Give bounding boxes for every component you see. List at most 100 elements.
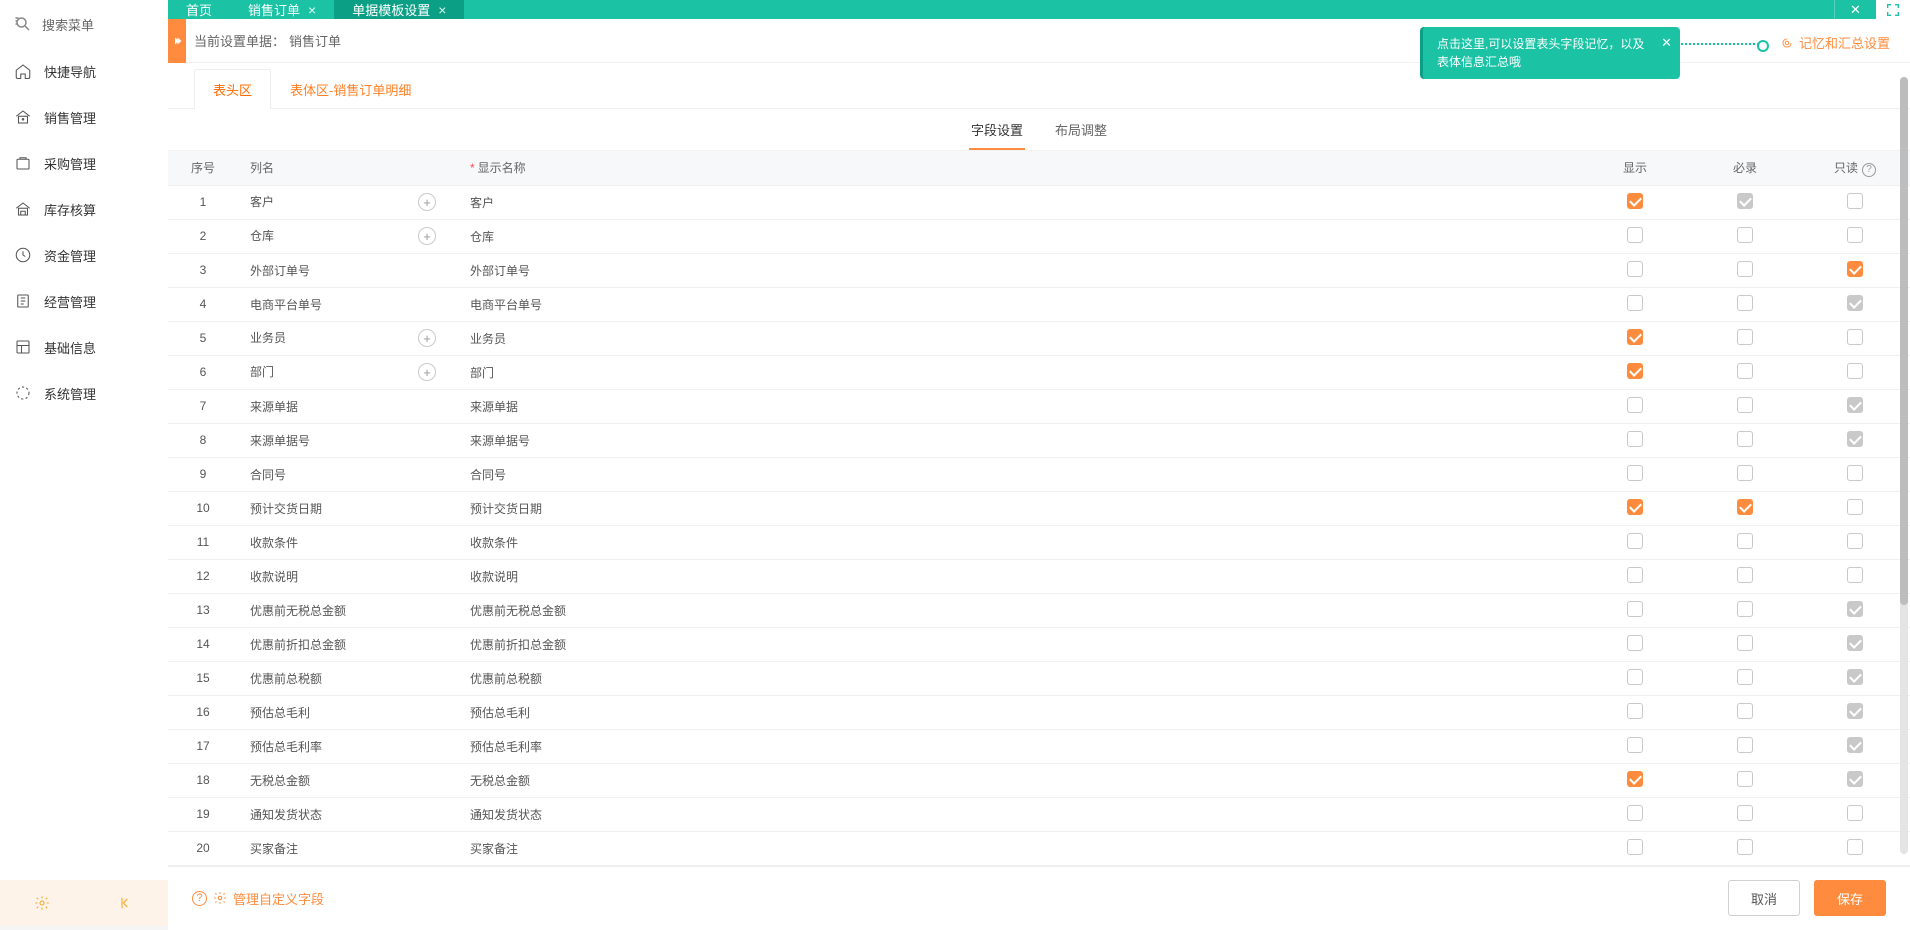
checkbox[interactable] <box>1627 397 1643 413</box>
checkbox[interactable] <box>1627 431 1643 447</box>
close-icon[interactable]: × <box>438 2 446 18</box>
close-icon[interactable]: ✕ <box>1661 33 1672 53</box>
checkbox[interactable] <box>1627 329 1643 345</box>
gear-icon[interactable] <box>34 895 50 911</box>
checkbox[interactable] <box>1627 227 1643 243</box>
add-icon[interactable]: + <box>418 193 436 211</box>
checkbox[interactable] <box>1627 363 1643 379</box>
sidebar-item-2[interactable]: 采购管理 <box>0 140 168 186</box>
checkbox[interactable] <box>1627 499 1643 515</box>
checkbox[interactable] <box>1847 227 1863 243</box>
checkbox[interactable] <box>1847 567 1863 583</box>
tab-2[interactable]: 单据模板设置× <box>334 0 464 19</box>
panel-collapse-icon[interactable] <box>168 19 186 63</box>
search-menu[interactable]: 搜索菜单 <box>0 0 168 48</box>
checkbox[interactable] <box>1847 465 1863 481</box>
checkbox[interactable] <box>1737 329 1753 345</box>
checkbox[interactable] <box>1847 261 1863 277</box>
sidebar-item-4[interactable]: 资金管理 <box>0 232 168 278</box>
tab-1[interactable]: 销售订单× <box>230 0 334 19</box>
add-icon[interactable]: + <box>418 363 436 381</box>
checkbox[interactable] <box>1627 533 1643 549</box>
checkbox[interactable] <box>1737 635 1753 651</box>
checkbox[interactable] <box>1737 567 1753 583</box>
cell-disp[interactable]: 预估总毛利率 <box>458 729 1580 763</box>
checkbox[interactable] <box>1627 771 1643 787</box>
collapse-icon[interactable] <box>118 895 134 911</box>
sidebar-item-0[interactable]: 快捷导航 <box>0 48 168 94</box>
checkbox[interactable] <box>1737 397 1753 413</box>
inner-tab-1[interactable]: 布局调整 <box>1053 110 1109 149</box>
checkbox[interactable] <box>1737 465 1753 481</box>
checkbox[interactable] <box>1737 295 1753 311</box>
sidebar-item-5[interactable]: 经营管理 <box>0 278 168 324</box>
close-icon[interactable]: × <box>308 2 316 18</box>
cell-disp[interactable]: 来源单据号 <box>458 423 1580 457</box>
cell-disp[interactable]: 买家备注 <box>458 831 1580 865</box>
checkbox[interactable] <box>1737 227 1753 243</box>
cell-disp[interactable]: 预计交货日期 <box>458 491 1580 525</box>
checkbox[interactable] <box>1737 363 1753 379</box>
checkbox[interactable] <box>1627 567 1643 583</box>
checkbox[interactable] <box>1847 363 1863 379</box>
checkbox[interactable] <box>1737 261 1753 277</box>
checkbox[interactable] <box>1737 805 1753 821</box>
checkbox[interactable] <box>1737 703 1753 719</box>
sidebar-item-6[interactable]: 基础信息 <box>0 324 168 370</box>
checkbox[interactable] <box>1737 771 1753 787</box>
checkbox[interactable] <box>1627 805 1643 821</box>
subtab-1[interactable]: 表体区-销售订单明细 <box>271 69 430 109</box>
tab-0[interactable]: 首页 <box>168 0 230 19</box>
cell-disp[interactable]: 合同号 <box>458 457 1580 491</box>
checkbox[interactable] <box>1627 669 1643 685</box>
close-all-tabs[interactable]: ✕ <box>1834 0 1876 19</box>
cell-disp[interactable]: 外部订单号 <box>458 253 1580 287</box>
checkbox[interactable] <box>1847 193 1863 209</box>
checkbox[interactable] <box>1847 805 1863 821</box>
checkbox[interactable] <box>1847 499 1863 515</box>
checkbox[interactable] <box>1847 329 1863 345</box>
cell-disp[interactable]: 收款说明 <box>458 559 1580 593</box>
sidebar-item-7[interactable]: 系统管理 <box>0 370 168 416</box>
cell-disp[interactable]: 来源单据 <box>458 389 1580 423</box>
checkbox[interactable] <box>1627 465 1643 481</box>
subtab-0[interactable]: 表头区 <box>194 69 271 109</box>
cell-disp[interactable]: 收款条件 <box>458 525 1580 559</box>
checkbox[interactable] <box>1627 703 1643 719</box>
cell-disp[interactable]: 优惠前折扣总金额 <box>458 627 1580 661</box>
cell-disp[interactable]: 仓库 <box>458 219 1580 253</box>
checkbox[interactable] <box>1737 533 1753 549</box>
manage-custom-fields-link[interactable]: ? 管理自定义字段 <box>192 889 324 908</box>
checkbox[interactable] <box>1847 533 1863 549</box>
help-icon[interactable]: ? <box>1862 163 1876 177</box>
checkbox[interactable] <box>1737 737 1753 753</box>
cell-disp[interactable]: 无税总金额 <box>458 763 1580 797</box>
checkbox[interactable] <box>1737 601 1753 617</box>
add-icon[interactable]: + <box>418 227 436 245</box>
checkbox[interactable] <box>1737 499 1753 515</box>
checkbox[interactable] <box>1627 193 1643 209</box>
cell-disp[interactable]: 通知发货状态 <box>458 797 1580 831</box>
checkbox[interactable] <box>1627 635 1643 651</box>
memory-settings-link[interactable]: 记忆和汇总设置 <box>1780 33 1890 52</box>
cell-disp[interactable]: 业务员 <box>458 321 1580 355</box>
save-button[interactable]: 保存 <box>1814 880 1886 916</box>
cell-disp[interactable]: 优惠前无税总金额 <box>458 593 1580 627</box>
checkbox[interactable] <box>1737 839 1753 855</box>
cell-disp[interactable]: 预估总毛利 <box>458 695 1580 729</box>
cell-disp[interactable]: 优惠前总税额 <box>458 661 1580 695</box>
checkbox[interactable] <box>1737 431 1753 447</box>
checkbox[interactable] <box>1627 261 1643 277</box>
fullscreen-icon[interactable] <box>1876 0 1910 19</box>
checkbox[interactable] <box>1627 839 1643 855</box>
inner-tab-0[interactable]: 字段设置 <box>969 110 1025 149</box>
cell-disp[interactable]: 部门 <box>458 355 1580 389</box>
checkbox[interactable] <box>1627 295 1643 311</box>
cancel-button[interactable]: 取消 <box>1728 880 1800 916</box>
add-icon[interactable]: + <box>418 329 436 347</box>
checkbox[interactable] <box>1847 839 1863 855</box>
cell-disp[interactable]: 电商平台单号 <box>458 287 1580 321</box>
cell-disp[interactable]: 客户 <box>458 185 1580 219</box>
checkbox[interactable] <box>1627 737 1643 753</box>
sidebar-item-1[interactable]: 销售管理 <box>0 94 168 140</box>
